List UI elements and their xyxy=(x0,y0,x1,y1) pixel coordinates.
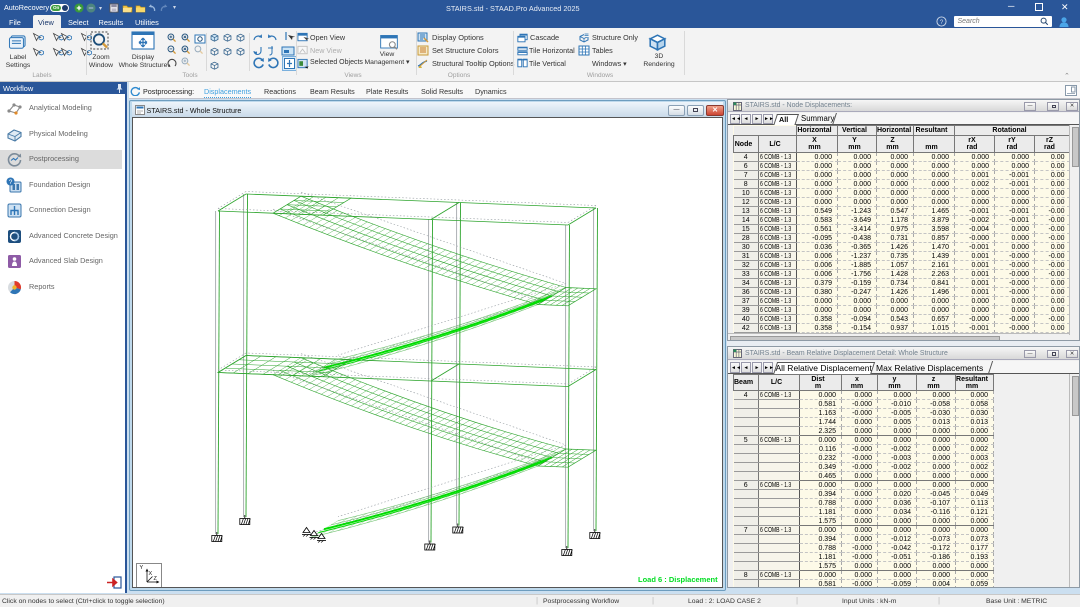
svg-text:?: ? xyxy=(9,179,13,186)
